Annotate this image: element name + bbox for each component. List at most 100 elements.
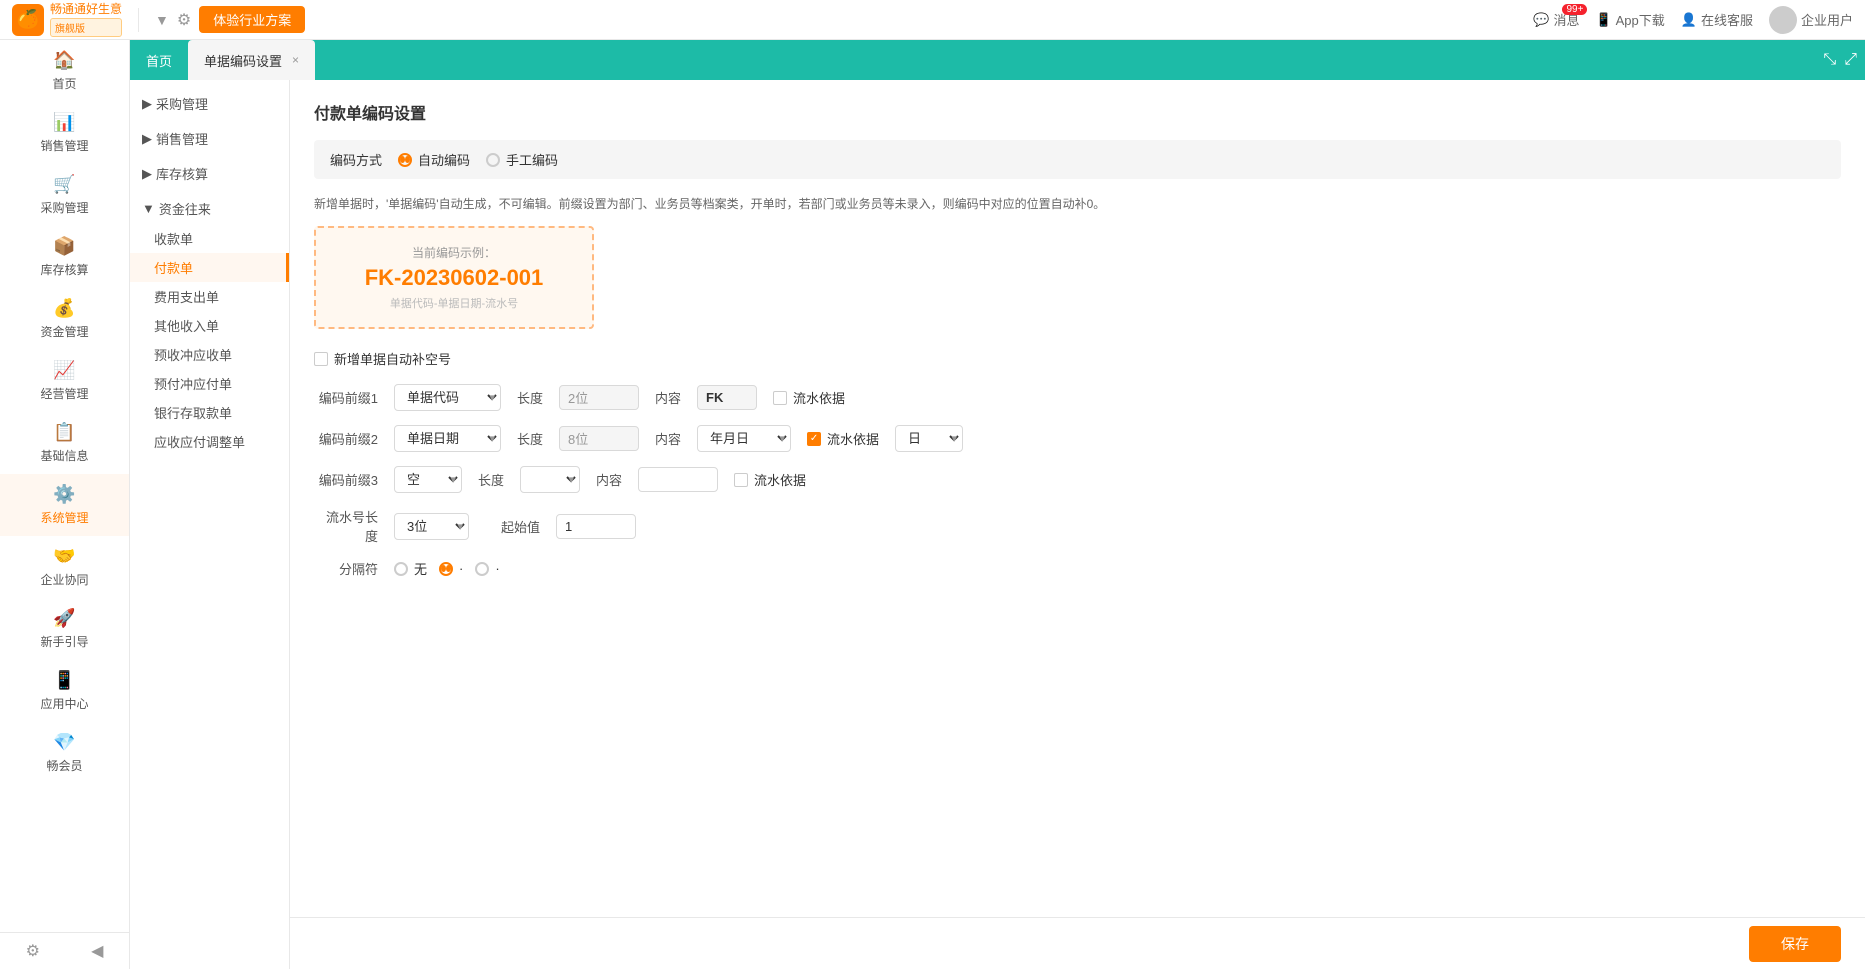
sidebar-label-home: 首页: [52, 75, 76, 92]
menu-group-fund: ▼ 资金往来 收款单 付款单 费用支出单 其他收入单 预收冲应收单 预付冲应付单…: [130, 193, 289, 456]
tab-home[interactable]: 首页: [130, 40, 188, 80]
serial2-checkbox[interactable]: ✓ 流水依据: [807, 429, 879, 448]
sep-none-dot: [394, 562, 408, 576]
sidebar-item-stock[interactable]: 📦 库存核算: [0, 226, 129, 288]
menu-sub-other-income[interactable]: 其他收入单: [130, 311, 289, 340]
sidebar-label-fund: 资金管理: [40, 323, 88, 340]
tab-collapse-icon[interactable]: ⤢: [1844, 51, 1857, 69]
sep-dot-radio-dot: [439, 562, 453, 576]
tab-expand-icon[interactable]: ⤡: [1823, 51, 1836, 69]
menu-sub-payment[interactable]: 付款单: [130, 253, 289, 282]
sys-icon: ⚙️: [53, 484, 75, 505]
auto-fill-checkbox-box: [314, 352, 328, 366]
logo-icon: 🍊: [12, 4, 44, 36]
start-value-input[interactable]: [556, 514, 636, 539]
form-wrapper: 付款单编码设置 编码方式 自动编码 手工编码: [290, 80, 1865, 969]
user-avatar-item[interactable]: 企业用户: [1769, 6, 1853, 34]
sep-dash-label: ·: [495, 561, 499, 576]
settings-icon-top[interactable]: ⚙: [177, 10, 191, 30]
prefix1-select[interactable]: 单据代码: [394, 384, 501, 411]
separator-label: 分隔符: [314, 559, 378, 578]
sidebar-item-guide[interactable]: 🚀 新手引导: [0, 598, 129, 660]
tab-close-icon[interactable]: ×: [292, 53, 299, 67]
sidebar-bottom: ⚙ ◀: [0, 932, 129, 969]
tab-current[interactable]: 单据编码设置 ×: [188, 40, 315, 80]
prefix2-select[interactable]: 单据日期: [394, 425, 501, 452]
sep-none-radio[interactable]: 无: [394, 559, 427, 578]
sidebar-settings-icon[interactable]: ⚙: [26, 941, 40, 961]
length2-input: [559, 426, 639, 451]
sep-radio-group: 无 · ·: [394, 559, 500, 578]
sidebar-label-purchase: 采购管理: [40, 199, 88, 216]
menu-sub-adjust[interactable]: 应收应付调整单: [130, 427, 289, 456]
trial-button[interactable]: 体验行业方案: [199, 6, 305, 33]
sep-dash-radio[interactable]: ·: [475, 561, 499, 576]
nav-dropdown[interactable]: ▼: [155, 12, 169, 28]
sidebar-item-fund[interactable]: 💰 资金管理: [0, 288, 129, 350]
content3-label: 内容: [596, 470, 622, 489]
sep-dot-radio[interactable]: ·: [439, 561, 463, 576]
content1-label: 内容: [655, 388, 681, 407]
menu-title-sales[interactable]: ▶ 销售管理: [130, 123, 289, 154]
menu-sub-prepay-ar[interactable]: 预收冲应收单: [130, 340, 289, 369]
content2-select[interactable]: 年月日: [697, 425, 791, 452]
auto-fill-checkbox[interactable]: 新增单据自动补空号: [314, 349, 451, 368]
prefix-row-2: 编码前缀2 单据日期 长度 内容 年月日: [314, 425, 1841, 452]
sidebar-item-coop[interactable]: 🤝 企业协同: [0, 536, 129, 598]
auto-radio-label: 自动编码: [418, 150, 470, 169]
sidebar-item-sys[interactable]: ⚙️ 系统管理: [0, 474, 129, 536]
serial3-checkbox[interactable]: 流水依据: [734, 470, 806, 489]
save-button[interactable]: 保存: [1749, 926, 1841, 962]
prefix3-select[interactable]: 空: [394, 466, 462, 493]
sidebar-label-sys: 系统管理: [40, 509, 88, 526]
auto-fill-row: 新增单据自动补空号: [314, 349, 1841, 368]
menu-sub-expense[interactable]: 费用支出单: [130, 282, 289, 311]
sidebar-item-sales[interactable]: 📊 销售管理: [0, 102, 129, 164]
fund-icon: 💰: [53, 298, 75, 319]
content3-input[interactable]: [638, 467, 718, 492]
serial-length-label: 流水号长度: [314, 507, 378, 545]
app-download-item[interactable]: 📱 App下载: [1595, 10, 1664, 29]
service-icon: 👤: [1681, 12, 1697, 28]
serial2-unit-select[interactable]: 日 月 年: [895, 425, 963, 452]
menu-group-purchase: ▶ 采购管理: [130, 88, 289, 119]
online-service-item[interactable]: 👤 在线客服: [1681, 10, 1753, 29]
sidebar-item-base[interactable]: 📋 基础信息: [0, 412, 129, 474]
serial3-checkbox-box: [734, 473, 748, 487]
sidebar-item-purchase[interactable]: 🛒 采购管理: [0, 164, 129, 226]
preview-code: FK-20230602-001: [340, 265, 568, 291]
prefix1-label: 编码前缀1: [314, 388, 378, 407]
serial3-label: 流水依据: [754, 470, 806, 489]
app-icon: 📱: [1595, 12, 1611, 28]
prefix3-select-wrapper: 空: [394, 466, 462, 493]
serial-length-select-wrapper: 3位 4位 5位: [394, 513, 469, 540]
prefix3-label: 编码前缀3: [314, 470, 378, 489]
length3-select[interactable]: [520, 466, 580, 493]
menu-title-purchase[interactable]: ▶ 采购管理: [130, 88, 289, 119]
menu-title-stock[interactable]: ▶ 库存核算: [130, 158, 289, 189]
sidebar-item-ops[interactable]: 📈 经营管理: [0, 350, 129, 412]
prefix1-select-wrapper: 单据代码: [394, 384, 501, 411]
serial1-label: 流水依据: [793, 388, 845, 407]
auto-radio[interactable]: 自动编码: [398, 150, 470, 169]
menu-sub-receipt[interactable]: 收款单: [130, 224, 289, 253]
serial-length-select[interactable]: 3位 4位 5位: [394, 513, 469, 540]
length2-label: 长度: [517, 429, 543, 448]
serial2-checkbox-box: ✓: [807, 432, 821, 446]
serial1-checkbox[interactable]: 流水依据: [773, 388, 845, 407]
sidebar-collapse-icon[interactable]: ◀: [91, 941, 103, 961]
sidebar-item-home[interactable]: 🏠 首页: [0, 40, 129, 102]
logo: 🍊 畅通通好生意 旗舰版: [12, 2, 122, 37]
sales-icon: 📊: [53, 112, 75, 133]
coop-icon: 🤝: [53, 546, 75, 567]
message-item[interactable]: 💬 消息 99+: [1533, 10, 1579, 29]
menu-sub-prepay-ap[interactable]: 预付冲应付单: [130, 369, 289, 398]
sidebar-label-apps: 应用中心: [40, 695, 88, 712]
prefix-row-3: 编码前缀3 空 长度 内容: [314, 466, 1841, 493]
manual-radio[interactable]: 手工编码: [486, 150, 558, 169]
sidebar-item-apps[interactable]: 📱 应用中心: [0, 660, 129, 722]
sidebar-label-guide: 新手引导: [40, 633, 88, 650]
menu-title-fund[interactable]: ▼ 资金往来: [130, 193, 289, 224]
menu-sub-bank[interactable]: 银行存取款单: [130, 398, 289, 427]
sidebar-item-member[interactable]: 💎 畅会员: [0, 722, 129, 784]
